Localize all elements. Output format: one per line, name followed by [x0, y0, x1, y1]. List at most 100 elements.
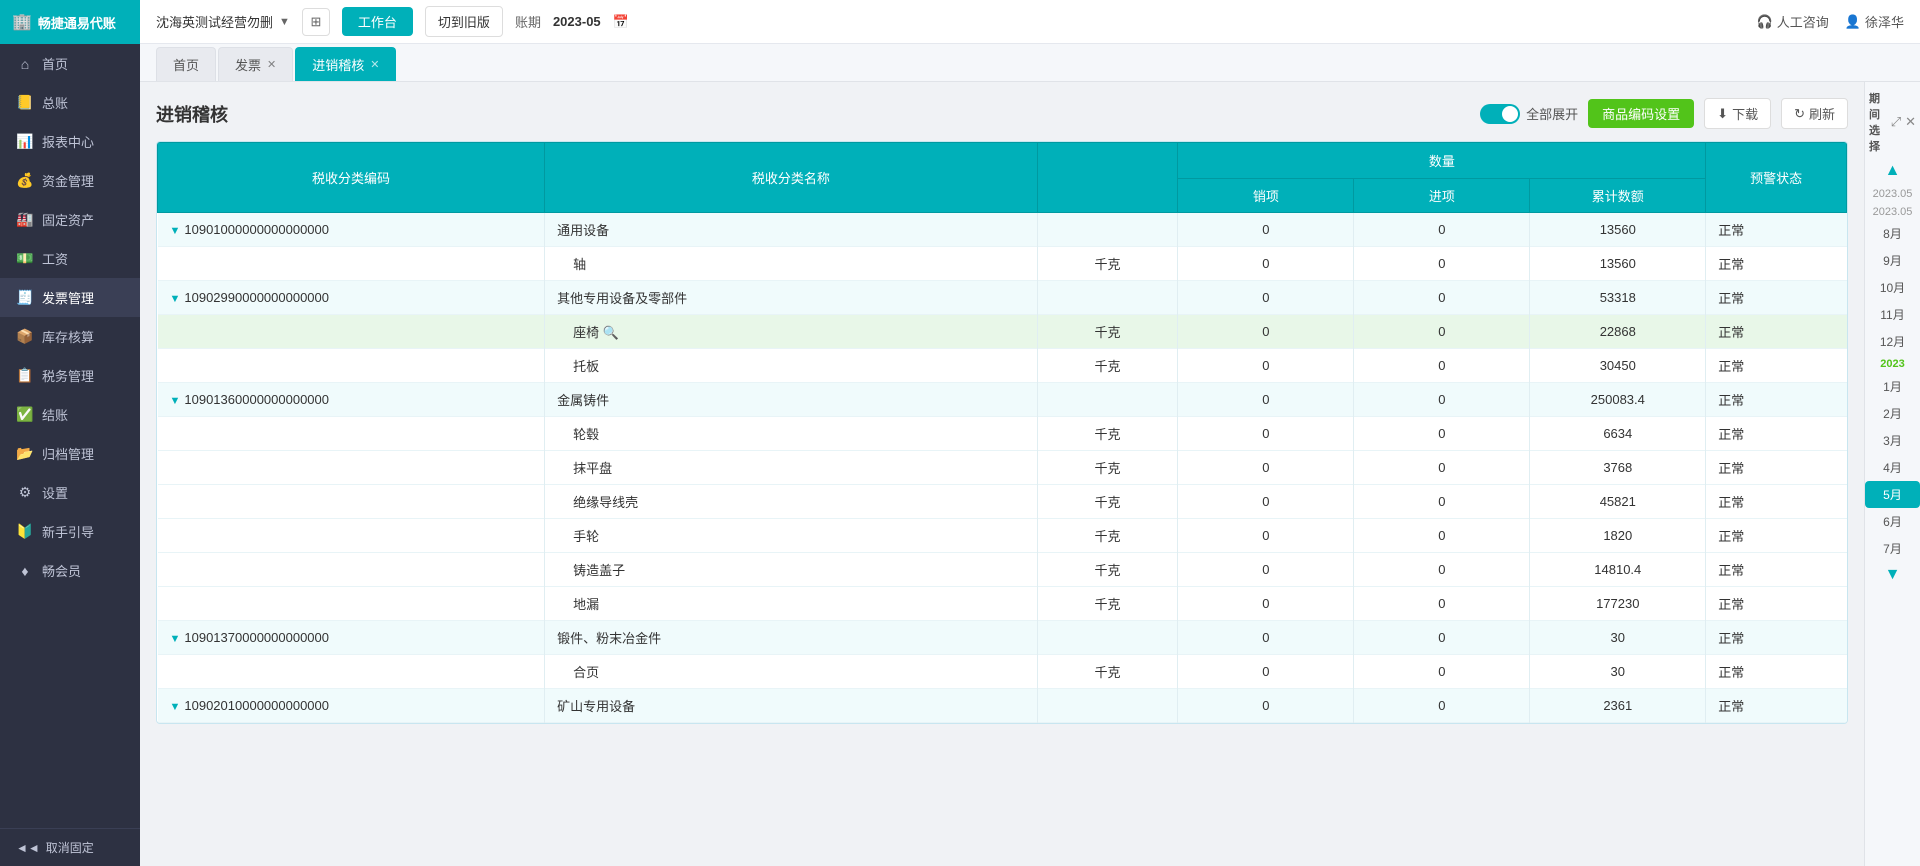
sidebar-item-funds[interactable]: 💰 资金管理 — [0, 161, 140, 200]
sidebar-item-invoice[interactable]: 🧾 发票管理 — [0, 278, 140, 317]
funds-icon: 💰 — [16, 172, 34, 189]
close-panel-icon[interactable]: ✕ — [1905, 114, 1916, 130]
month-3[interactable]: 3月 — [1865, 427, 1920, 454]
refresh-btn[interactable]: ↻ 刷新 — [1781, 98, 1848, 129]
sidebar-label-funds: 资金管理 — [42, 171, 94, 190]
tab-reconcile-close[interactable]: ✕ — [370, 58, 379, 71]
table-cell-code — [158, 519, 545, 553]
download-label: 下载 — [1732, 104, 1758, 123]
table-cell-purchase: 0 — [1354, 621, 1530, 655]
sidebar-unpin-btn[interactable]: ◄◄ 取消固定 — [0, 828, 140, 866]
switch-version-btn[interactable]: 切到旧版 — [425, 6, 503, 37]
user-icon: 👤 — [1845, 14, 1861, 30]
expand-row-icon[interactable]: ▼ — [170, 395, 181, 407]
table-cell-unit: 千克 — [1037, 451, 1178, 485]
sidebar-item-inventory[interactable]: 📦 库存核算 — [0, 317, 140, 356]
table-cell-status: 正常 — [1706, 621, 1847, 655]
sidebar-item-settle[interactable]: ✅ 结账 — [0, 395, 140, 434]
calendar-icon[interactable]: 📅 — [613, 14, 629, 30]
header-tax-name: 税收分类名称 — [545, 143, 1038, 213]
table-cell-status: 正常 — [1706, 655, 1847, 689]
main-area: 沈海英测试经营勿删 ▼ ⊞ 工作台 切到旧版 账期 2023-05 📅 🎧 人工… — [140, 0, 1920, 866]
table-cell-sales: 0 — [1178, 621, 1354, 655]
sidebar-label-archive: 归档管理 — [42, 444, 94, 463]
header-total: 累计数额 — [1530, 179, 1706, 213]
table-cell-sales: 0 — [1178, 655, 1354, 689]
toggle-track[interactable] — [1480, 104, 1520, 124]
table-cell-name: 矿山专用设备 — [545, 689, 1038, 723]
nav-up-arrow[interactable]: ▲ — [1881, 158, 1905, 184]
table-cell-status: 正常 — [1706, 587, 1847, 621]
table-cell-unit: 千克 — [1037, 315, 1178, 349]
table-cell-purchase: 0 — [1354, 383, 1530, 417]
table-cell-name: 锻件、粉末冶金件 — [545, 621, 1038, 655]
month-4[interactable]: 4月 — [1865, 454, 1920, 481]
table-cell-name: 地漏 — [545, 587, 1038, 621]
table-cell-code — [158, 553, 545, 587]
user-profile-btn[interactable]: 👤 徐泽华 — [1845, 12, 1904, 31]
sidebar-item-home[interactable]: ⌂ 首页 — [0, 44, 140, 83]
pin-icon: ◄◄ — [16, 841, 40, 855]
expand-panel-icon[interactable]: ⤢ — [1891, 114, 1901, 130]
sidebar-item-tax[interactable]: 📋 税务管理 — [0, 356, 140, 395]
search-inline-icon[interactable]: 🔍 — [603, 325, 619, 340]
sidebar-item-ledger[interactable]: 📒 总账 — [0, 83, 140, 122]
sidebar-item-guide[interactable]: 🔰 新手引导 — [0, 512, 140, 551]
month-11[interactable]: 11月 — [1865, 301, 1920, 328]
table-cell-name: 铸造盖子 — [545, 553, 1038, 587]
refresh-icon: ↻ — [1794, 106, 1805, 122]
tab-invoice[interactable]: 发票 ✕ — [218, 47, 293, 81]
sidebar-item-member[interactable]: ♦ 畅会员 — [0, 551, 140, 590]
month-8[interactable]: 8月 — [1865, 220, 1920, 247]
sidebar-item-assets[interactable]: 🏭 固定资产 — [0, 200, 140, 239]
table-cell-sales: 0 — [1178, 349, 1354, 383]
period-nav: ▲ 2023.05 2023.05 8月 9月 10月 11月 12月 2023… — [1865, 158, 1920, 588]
nav-down-arrow[interactable]: ▼ — [1881, 562, 1905, 588]
product-code-btn[interactable]: 商品编码设置 — [1588, 99, 1694, 128]
table-cell-unit: 千克 — [1037, 485, 1178, 519]
company-settings-btn[interactable]: ⊞ — [302, 8, 330, 36]
ledger-icon: 📒 — [16, 94, 34, 111]
sidebar-item-report[interactable]: 📊 报表中心 — [0, 122, 140, 161]
table-cell-unit — [1037, 383, 1178, 417]
table-cell-unit — [1037, 213, 1178, 247]
table-cell-total: 13560 — [1530, 213, 1706, 247]
service-btn[interactable]: 🎧 人工咨询 — [1757, 12, 1829, 31]
workspace-btn[interactable]: 工作台 — [342, 7, 413, 36]
expand-row-icon[interactable]: ▼ — [170, 701, 181, 713]
download-btn[interactable]: ⬇ 下载 — [1704, 98, 1771, 129]
month-7[interactable]: 7月 — [1865, 535, 1920, 562]
expand-toggle[interactable]: 全部展开 — [1480, 104, 1578, 124]
right-panel: 期间选择 ⤢ ✕ ▲ 2023.05 2023.05 8月 9月 10月 11月… — [1864, 82, 1920, 866]
table-cell-code — [158, 247, 545, 281]
sidebar-item-archive[interactable]: 📂 归档管理 — [0, 434, 140, 473]
sidebar-item-settings[interactable]: ⚙ 设置 — [0, 473, 140, 512]
assets-icon: 🏭 — [16, 211, 34, 228]
company-selector[interactable]: 沈海英测试经营勿删 ▼ — [156, 12, 290, 31]
month-10[interactable]: 10月 — [1865, 274, 1920, 301]
sidebar-label-home: 首页 — [42, 54, 68, 73]
month-2[interactable]: 2月 — [1865, 400, 1920, 427]
table-cell-purchase: 0 — [1354, 485, 1530, 519]
expand-row-icon[interactable]: ▼ — [170, 293, 181, 305]
sidebar-item-salary[interactable]: 💵 工资 — [0, 239, 140, 278]
month-6[interactable]: 6月 — [1865, 508, 1920, 535]
table-cell-sales: 0 — [1178, 417, 1354, 451]
sidebar-label-invoice: 发票管理 — [42, 288, 94, 307]
table-cell-purchase: 0 — [1354, 349, 1530, 383]
unpin-label: 取消固定 — [46, 839, 94, 856]
tab-home[interactable]: 首页 — [156, 47, 216, 81]
expand-row-icon[interactable]: ▼ — [170, 633, 181, 645]
expand-row-icon[interactable]: ▼ — [170, 225, 181, 237]
table-cell-code: ▼10901000000000000000 — [158, 213, 545, 247]
table-cell-unit: 千克 — [1037, 587, 1178, 621]
grid-icon: ⊞ — [310, 14, 321, 30]
month-1[interactable]: 1月 — [1865, 373, 1920, 400]
tab-invoice-close[interactable]: ✕ — [267, 58, 276, 71]
table-cell-code: ▼10902990000000000000 — [158, 281, 545, 315]
table-cell-purchase: 0 — [1354, 315, 1530, 349]
month-9[interactable]: 9月 — [1865, 247, 1920, 274]
month-5-current[interactable]: 5月 — [1865, 481, 1920, 508]
tab-reconcile[interactable]: 进销稽核 ✕ — [295, 47, 396, 81]
month-12[interactable]: 12月 — [1865, 328, 1920, 355]
